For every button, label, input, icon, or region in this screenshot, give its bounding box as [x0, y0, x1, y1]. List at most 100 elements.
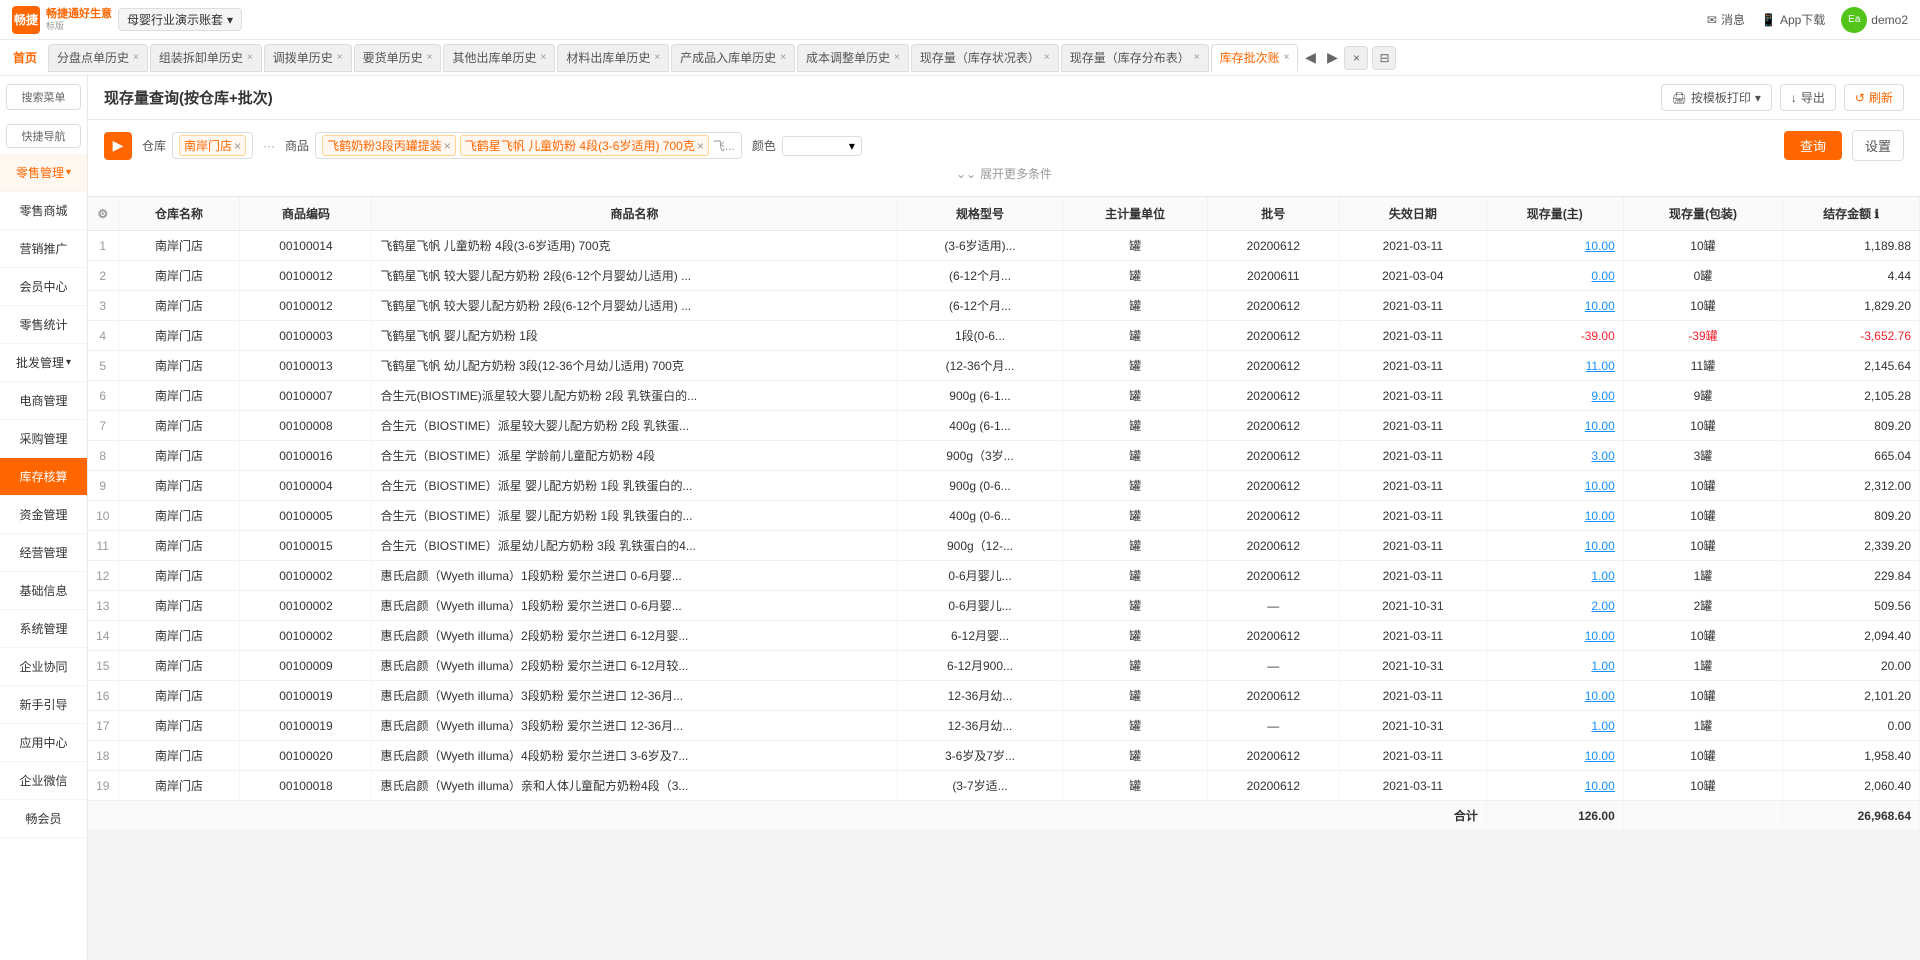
tab-close-all-btn[interactable]: ×: [1344, 46, 1368, 70]
tab-prev-btn[interactable]: ◀: [1300, 44, 1320, 72]
row-qty-main[interactable]: 10.00: [1486, 621, 1623, 651]
tab-tiaopo[interactable]: 调拨单历史 ×: [264, 44, 352, 72]
sidebar-item-finance[interactable]: 资金管理: [0, 496, 87, 534]
row-qty-main[interactable]: 10.00: [1486, 471, 1623, 501]
row-qty-main[interactable]: 10.00: [1486, 231, 1623, 261]
sidebar-item-retail[interactable]: 零售管理 ▾: [0, 154, 87, 192]
row-qty-main[interactable]: 1.00: [1486, 561, 1623, 591]
row-qty-main[interactable]: 10.00: [1486, 291, 1623, 321]
row-code: 00100003: [240, 321, 372, 351]
chevron-down-icon-expand: ⌄⌄: [956, 167, 976, 181]
app-download-btn[interactable]: 📱 App下载: [1761, 11, 1825, 28]
tab-close-chengpin[interactable]: ×: [780, 52, 786, 63]
tab-close-chengben[interactable]: ×: [894, 52, 900, 63]
messages-btn[interactable]: ✉ 消息: [1707, 11, 1745, 28]
row-qty-main[interactable]: 10.00: [1486, 531, 1623, 561]
settings-btn[interactable]: 设置: [1852, 130, 1904, 161]
tab-chengben[interactable]: 成本调整单历史 ×: [797, 44, 909, 72]
row-qty-main[interactable]: 2.00: [1486, 591, 1623, 621]
filter-more-dots[interactable]: ···: [263, 139, 275, 153]
row-qty-main[interactable]: 1.00: [1486, 711, 1623, 741]
tab-close-xianzai2[interactable]: ×: [1194, 52, 1200, 63]
tab-close-pici[interactable]: ×: [1284, 52, 1290, 63]
sidebar-item-enterprise[interactable]: 企业协同: [0, 648, 87, 686]
row-qty-main[interactable]: 10.00: [1486, 741, 1623, 771]
product-tag-1-close[interactable]: ×: [444, 139, 451, 153]
tab-close-yaohuo[interactable]: ×: [427, 52, 433, 63]
sidebar-item-inventory[interactable]: 库存核算: [0, 458, 87, 496]
search-menu-btn[interactable]: 搜索菜单: [6, 84, 81, 110]
row-batch: 20200612: [1207, 441, 1339, 471]
account-selector[interactable]: 母婴行业演示账套 ▾: [118, 8, 242, 31]
user-profile[interactable]: Ea demo2: [1841, 7, 1908, 33]
sidebar-item-stats[interactable]: 零售统计: [0, 306, 87, 344]
tab-zuche[interactable]: 组装拆卸单历史 ×: [150, 44, 262, 72]
sidebar-item-ecommerce[interactable]: 电商管理: [0, 382, 87, 420]
sidebar-item-apps[interactable]: 应用中心: [0, 724, 87, 762]
row-qty-main[interactable]: 1.00: [1486, 651, 1623, 681]
tab-cailiao[interactable]: 材料出库单历史 ×: [557, 44, 669, 72]
row-name: 惠氏启颜（Wyeth illuma）1段奶粉 爱尔兰进口 0-6月婴...: [372, 591, 897, 621]
row-qty-main[interactable]: 10.00: [1486, 501, 1623, 531]
tab-qita[interactable]: 其他出库单历史 ×: [443, 44, 555, 72]
tab-yaohuo[interactable]: 要货单历史 ×: [354, 44, 442, 72]
tab-chengpin[interactable]: 产成品入库单历史 ×: [671, 44, 795, 72]
sidebar-item-marketing[interactable]: 营销推广: [0, 230, 87, 268]
tab-home[interactable]: 首页: [4, 44, 46, 72]
row-name: 合生元（BIOSTIME）派星 婴儿配方奶粉 1段 乳铁蛋白的...: [372, 501, 897, 531]
tab-close-tiaopo[interactable]: ×: [337, 52, 343, 63]
sidebar-item-member[interactable]: 会员中心: [0, 268, 87, 306]
tab-close-zuche[interactable]: ×: [247, 52, 253, 63]
print-btn[interactable]: 🖨 按模板打印 ▾: [1661, 84, 1772, 111]
tab-menu-btn[interactable]: ⊟: [1372, 46, 1396, 70]
row-qty-main[interactable]: 9.00: [1486, 381, 1623, 411]
row-balance: 2,094.40: [1783, 621, 1920, 651]
row-qty-pkg: 10罐: [1623, 231, 1782, 261]
row-unit: 罐: [1063, 321, 1207, 351]
warehouse-tag-close[interactable]: ×: [234, 139, 241, 153]
row-batch: —: [1207, 711, 1339, 741]
tab-pici[interactable]: 库存批次账 ×: [1211, 44, 1299, 72]
product-tags-container[interactable]: 飞鹤奶粉3段丙罐提装 × 飞鹤星飞帆 儿童奶粉 4段(3-6岁适用) 700克 …: [315, 132, 742, 159]
query-btn[interactable]: 查询: [1784, 131, 1842, 160]
warehouse-tag-container[interactable]: 南岸门店 ×: [172, 132, 253, 159]
row-qty-main[interactable]: 11.00: [1486, 351, 1623, 381]
settings-icon[interactable]: ⚙: [97, 207, 108, 221]
tab-fenbi[interactable]: 分盘点单历史 ×: [48, 44, 148, 72]
sidebar-item-wholesale[interactable]: 批发管理 ▾: [0, 344, 87, 382]
avatar: Ea: [1841, 7, 1867, 33]
filter-expand-btn[interactable]: ▶: [104, 132, 132, 160]
sidebar-item-vip[interactable]: 畅会员: [0, 800, 87, 838]
refresh-btn[interactable]: ↺ 刷新: [1844, 84, 1904, 111]
sidebar-item-basic[interactable]: 基础信息: [0, 572, 87, 610]
sidebar-item-system[interactable]: 系统管理: [0, 610, 87, 648]
row-qty-main[interactable]: 10.00: [1486, 771, 1623, 801]
product-tags-more[interactable]: 飞...: [713, 137, 735, 154]
tab-xianzai2[interactable]: 现存量（库存分布表） ×: [1061, 44, 1209, 72]
tab-close-fenbi[interactable]: ×: [133, 52, 139, 63]
product-tag-2-close[interactable]: ×: [697, 139, 704, 153]
sidebar-item-operations[interactable]: 经营管理: [0, 534, 87, 572]
row-qty-pkg: -39罐: [1623, 321, 1782, 351]
quick-nav-btn[interactable]: 快捷导航: [6, 124, 81, 148]
tab-xianzai1[interactable]: 现存量（库存状况表） ×: [911, 44, 1059, 72]
export-btn[interactable]: ↓ 导出: [1780, 84, 1836, 111]
sidebar-item-guide[interactable]: 新手引导: [0, 686, 87, 724]
row-name: 惠氏启颜（Wyeth illuma）2段奶粉 爱尔兰进口 6-12月较...: [372, 651, 897, 681]
color-select[interactable]: ▾: [782, 136, 862, 156]
tab-close-cailiao[interactable]: ×: [654, 52, 660, 63]
row-spec: (12-36个月...: [897, 351, 1063, 381]
row-qty-main[interactable]: 10.00: [1486, 681, 1623, 711]
tab-next-btn[interactable]: ▶: [1322, 44, 1342, 72]
row-qty-main[interactable]: 0.00: [1486, 261, 1623, 291]
row-qty-main[interactable]: 10.00: [1486, 411, 1623, 441]
col-spec: 规格型号: [897, 197, 1063, 231]
sidebar-item-wechat[interactable]: 企业微信: [0, 762, 87, 800]
tab-close-qita[interactable]: ×: [540, 52, 546, 63]
tab-close-xianzai1[interactable]: ×: [1044, 52, 1050, 63]
row-name: 飞鹤星飞帆 较大婴儿配方奶粉 2段(6-12个月婴幼儿适用) ...: [372, 291, 897, 321]
expand-more-conditions-btn[interactable]: ⌄⌄ 展开更多条件: [956, 165, 1052, 182]
sidebar-item-purchase[interactable]: 采购管理: [0, 420, 87, 458]
row-qty-main[interactable]: 3.00: [1486, 441, 1623, 471]
sidebar-item-mall[interactable]: 零售商城: [0, 192, 87, 230]
